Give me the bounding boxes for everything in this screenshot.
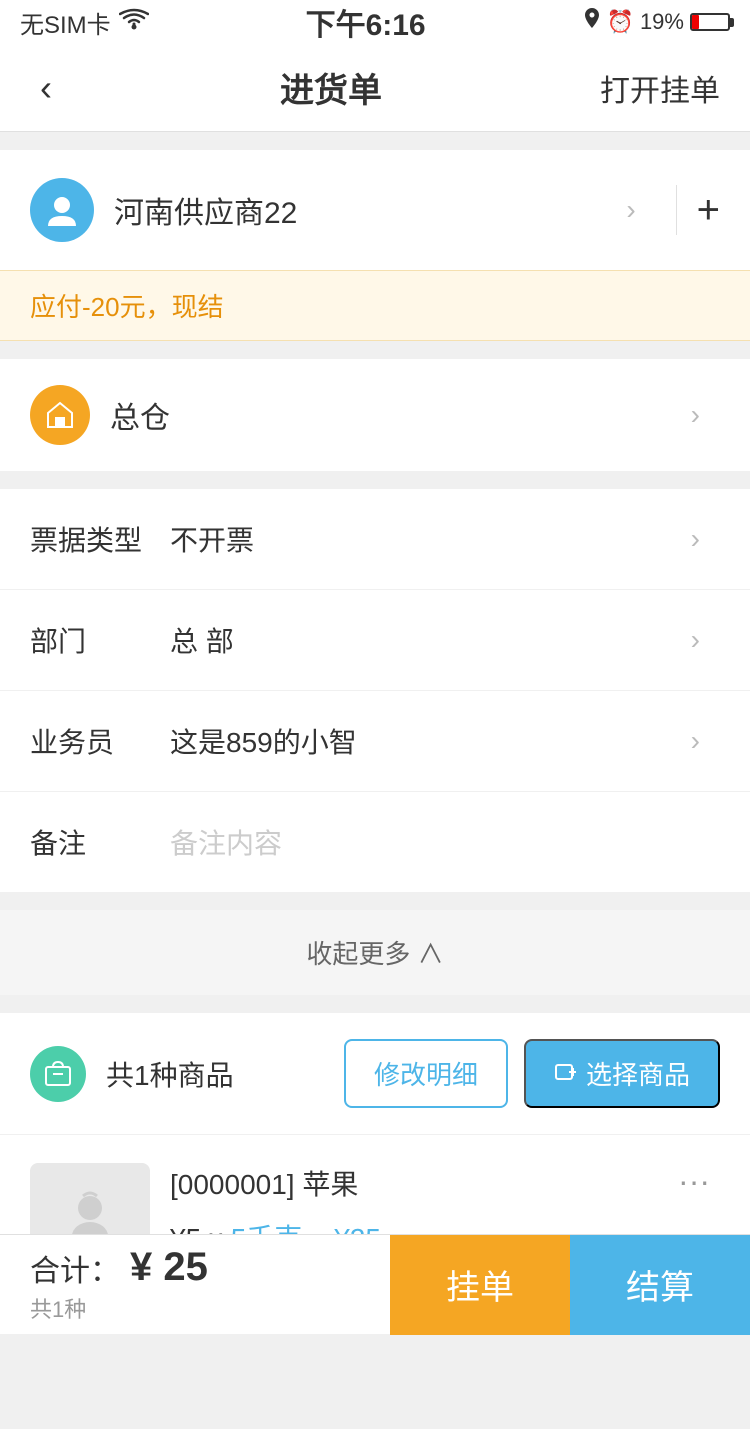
- sales-row[interactable]: 业务员 这是859的小智 ›: [0, 691, 750, 792]
- divider: [676, 185, 677, 235]
- product-more-button[interactable]: ···: [668, 1163, 720, 1200]
- supplier-name: 河南供应商22: [114, 188, 626, 232]
- product-name: [0000001] 苹果: [170, 1163, 668, 1203]
- supplier-card: 河南供应商22 › + 应付-20元，现结: [0, 150, 750, 341]
- alarm-icon: ⏰: [607, 9, 634, 35]
- warehouse-row[interactable]: 总仓 ›: [0, 359, 750, 471]
- supplier-row[interactable]: 河南供应商22 › +: [0, 150, 750, 270]
- remark-input[interactable]: 备注内容: [170, 822, 720, 862]
- product-code: [0000001]: [170, 1169, 302, 1200]
- battery-percent: 19%: [640, 9, 684, 35]
- status-carrier: 无SIM卡: [20, 5, 149, 40]
- sales-label: 业务员: [30, 721, 170, 761]
- total-main: 合计： ¥ 25: [30, 1245, 360, 1290]
- nav-bar: ‹ 进货单 打开挂单: [0, 44, 750, 132]
- back-button[interactable]: ‹: [30, 57, 62, 119]
- collapse-button[interactable]: 收起更多 ∧: [0, 910, 750, 995]
- department-row[interactable]: 部门 总 部 ›: [0, 590, 750, 691]
- sales-value: 这是859的小智: [170, 721, 691, 761]
- department-chevron-icon: ›: [691, 624, 700, 656]
- warehouse-chevron-icon: ›: [691, 399, 700, 431]
- status-time: 下午6:16: [306, 0, 426, 44]
- warehouse-name: 总仓: [110, 393, 691, 437]
- total-amount: ¥ 25: [130, 1245, 208, 1290]
- products-icon: [30, 1046, 86, 1102]
- checkout-button[interactable]: 结算: [570, 1235, 750, 1335]
- location-icon: [583, 8, 601, 36]
- invoice-value: 不开票: [170, 519, 691, 559]
- page-title: 进货单: [280, 63, 382, 112]
- hang-button[interactable]: 挂单: [390, 1235, 570, 1335]
- select-product-label: 选择商品: [586, 1055, 690, 1092]
- remark-label: 备注: [30, 822, 170, 862]
- total-label: 合计：: [30, 1246, 120, 1290]
- status-right: ⏰ 19%: [583, 8, 730, 36]
- status-bar: 无SIM卡 下午6:16 ⏰ 19%: [0, 0, 750, 44]
- product-name-text: 苹果: [302, 1169, 358, 1200]
- supplier-chevron-icon: ›: [626, 194, 635, 226]
- department-value: 总 部: [170, 620, 691, 660]
- select-product-button[interactable]: 选择商品: [524, 1039, 720, 1108]
- battery-icon: [690, 13, 730, 31]
- wifi-icon: [119, 8, 149, 37]
- supplier-avatar: [30, 178, 94, 242]
- products-header: 共1种商品 修改明细 选择商品: [0, 1013, 750, 1135]
- products-count: 共1种商品: [106, 1054, 344, 1094]
- add-supplier-button[interactable]: +: [697, 190, 720, 230]
- invoice-label: 票据类型: [30, 519, 170, 559]
- total-sub: 共1种: [30, 1292, 360, 1324]
- edit-detail-button[interactable]: 修改明细: [344, 1039, 508, 1108]
- total-section: 合计： ¥ 25 共1种: [0, 1245, 390, 1324]
- form-card: 票据类型 不开票 › 部门 总 部 › 业务员 这是859的小智 › 备注 备注…: [0, 489, 750, 892]
- remark-row[interactable]: 备注 备注内容: [0, 792, 750, 892]
- open-pending-button[interactable]: 打开挂单: [600, 66, 720, 110]
- warehouse-icon: [30, 385, 90, 445]
- invoice-row[interactable]: 票据类型 不开票 ›: [0, 489, 750, 590]
- carrier-text: 无SIM卡: [20, 5, 111, 40]
- department-label: 部门: [30, 620, 170, 660]
- sales-chevron-icon: ›: [691, 725, 700, 757]
- warning-banner: 应付-20元，现结: [0, 270, 750, 341]
- warehouse-card: 总仓 ›: [0, 359, 750, 471]
- bottom-bar: 合计： ¥ 25 共1种 挂单 结算: [0, 1234, 750, 1334]
- invoice-chevron-icon: ›: [691, 523, 700, 555]
